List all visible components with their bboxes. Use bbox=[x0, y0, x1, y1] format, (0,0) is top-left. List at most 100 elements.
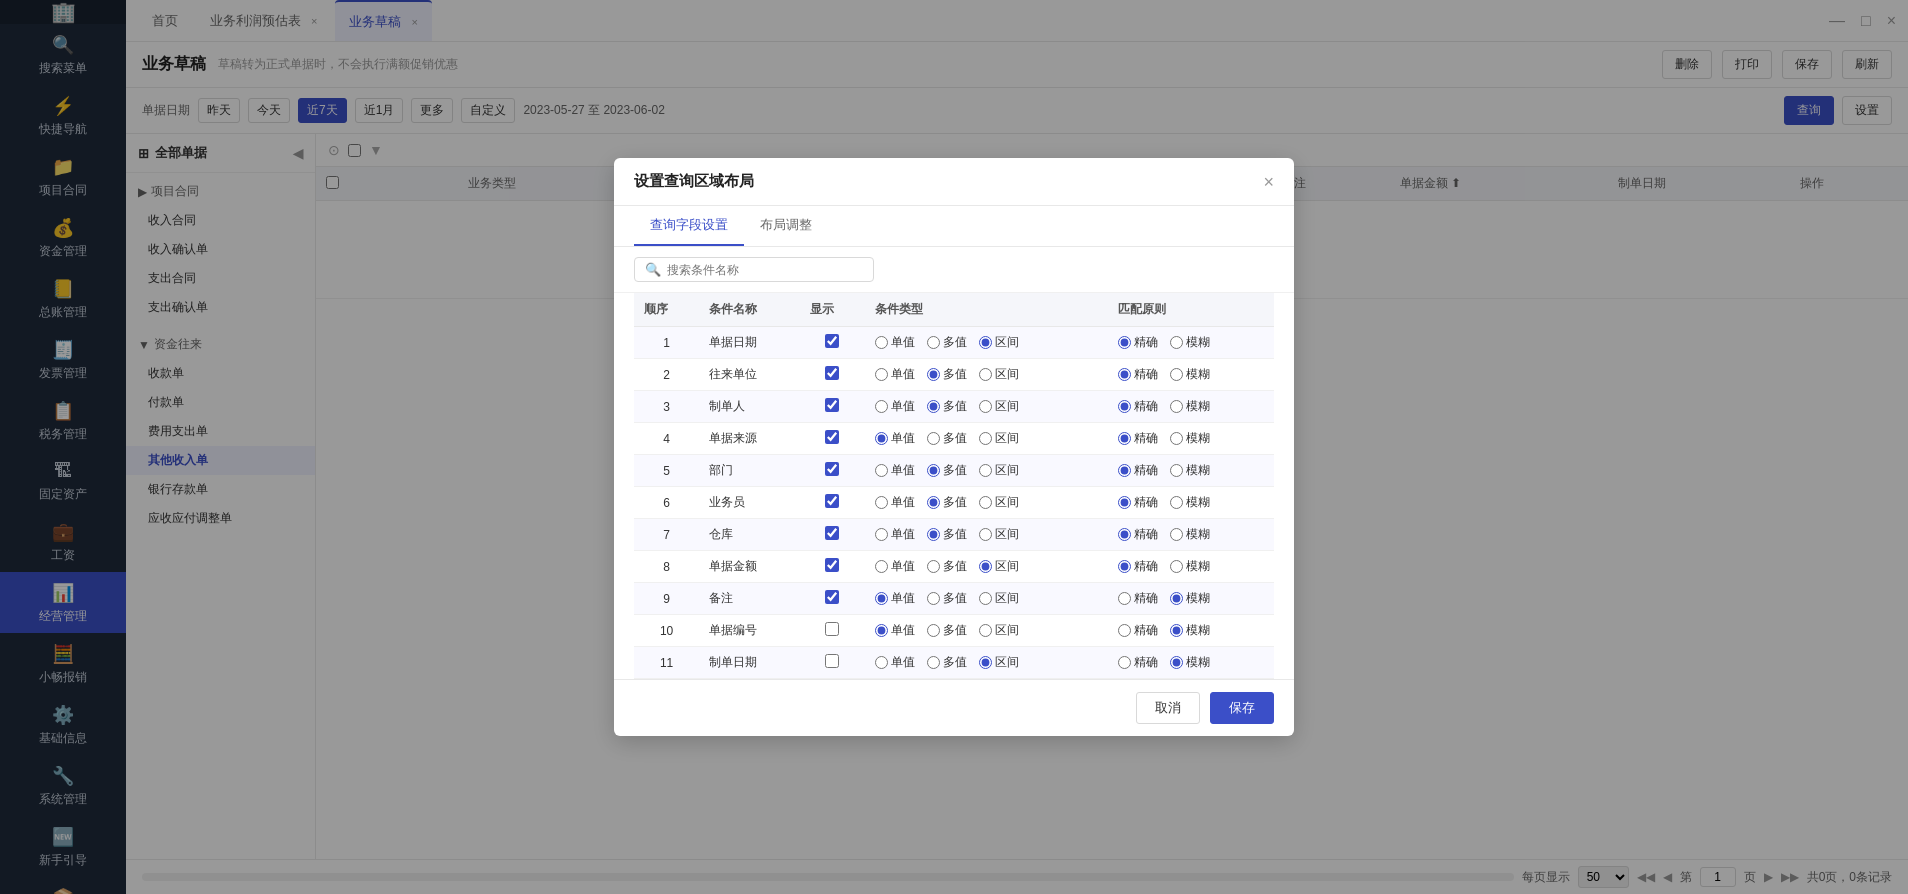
modal-tab-field-settings[interactable]: 查询字段设置 bbox=[634, 206, 744, 246]
modal-ct-多值[interactable]: 多值 bbox=[927, 494, 967, 511]
modal-row-condition-type: 单值多值区间 bbox=[865, 327, 1108, 359]
modal-row-condition-type: 单值多值区间 bbox=[865, 423, 1108, 455]
modal-ct-单值[interactable]: 单值 bbox=[875, 590, 915, 607]
modal-tab-layout[interactable]: 布局调整 bbox=[744, 206, 828, 246]
modal-ct-多值[interactable]: 多值 bbox=[927, 430, 967, 447]
modal-row-condition-type: 单值多值区间 bbox=[865, 647, 1108, 679]
modal-ct-单值[interactable]: 单值 bbox=[875, 334, 915, 351]
modal-row-condition-type: 单值多值区间 bbox=[865, 391, 1108, 423]
modal-ct-多值[interactable]: 多值 bbox=[927, 526, 967, 543]
modal-tabs: 查询字段设置 布局调整 bbox=[614, 206, 1294, 247]
modal-ct-区间[interactable]: 区间 bbox=[979, 494, 1019, 511]
modal-mr-模糊[interactable]: 模糊 bbox=[1170, 558, 1210, 575]
modal-mr-精确[interactable]: 精确 bbox=[1118, 654, 1158, 671]
modal-row-match-rule: 精确模糊 bbox=[1108, 487, 1274, 519]
modal-ct-区间[interactable]: 区间 bbox=[979, 398, 1019, 415]
modal-ct-单值[interactable]: 单值 bbox=[875, 622, 915, 639]
modal-ct-区间[interactable]: 区间 bbox=[979, 462, 1019, 479]
modal-row-condition-type: 单值多值区间 bbox=[865, 551, 1108, 583]
modal-mr-模糊[interactable]: 模糊 bbox=[1170, 366, 1210, 383]
modal-mr-模糊[interactable]: 模糊 bbox=[1170, 590, 1210, 607]
modal-row-match-rule: 精确模糊 bbox=[1108, 615, 1274, 647]
modal-row-name: 单据编号 bbox=[699, 615, 800, 647]
modal-row-show-checkbox[interactable] bbox=[825, 590, 839, 604]
modal-mr-精确[interactable]: 精确 bbox=[1118, 494, 1158, 511]
modal-ct-区间[interactable]: 区间 bbox=[979, 590, 1019, 607]
modal-mr-模糊[interactable]: 模糊 bbox=[1170, 526, 1210, 543]
modal-ct-单值[interactable]: 单值 bbox=[875, 526, 915, 543]
modal-ct-多值[interactable]: 多值 bbox=[927, 462, 967, 479]
modal-row-condition-type: 单值多值区间 bbox=[865, 615, 1108, 647]
modal-search-inner: 🔍 bbox=[634, 257, 874, 282]
modal-row-show-checkbox[interactable] bbox=[825, 558, 839, 572]
modal-mr-模糊[interactable]: 模糊 bbox=[1170, 462, 1210, 479]
modal-mr-模糊[interactable]: 模糊 bbox=[1170, 430, 1210, 447]
modal-mr-精确[interactable]: 精确 bbox=[1118, 334, 1158, 351]
modal-row-match-rule: 精确模糊 bbox=[1108, 359, 1274, 391]
modal-ct-区间[interactable]: 区间 bbox=[979, 366, 1019, 383]
modal-mr-精确[interactable]: 精确 bbox=[1118, 526, 1158, 543]
modal-ct-区间[interactable]: 区间 bbox=[979, 334, 1019, 351]
modal-ct-多值[interactable]: 多值 bbox=[927, 654, 967, 671]
modal-row-show-checkbox[interactable] bbox=[825, 430, 839, 444]
modal-row-order: 6 bbox=[634, 487, 699, 519]
modal-search: 🔍 bbox=[614, 247, 1294, 293]
modal-row-show-checkbox[interactable] bbox=[825, 622, 839, 636]
modal-ct-多值[interactable]: 多值 bbox=[927, 558, 967, 575]
modal-ct-多值[interactable]: 多值 bbox=[927, 398, 967, 415]
modal-row-show-checkbox[interactable] bbox=[825, 334, 839, 348]
modal-row-order: 5 bbox=[634, 455, 699, 487]
modal-ct-单值[interactable]: 单值 bbox=[875, 558, 915, 575]
modal-row-show-checkbox[interactable] bbox=[825, 462, 839, 476]
modal-ct-区间[interactable]: 区间 bbox=[979, 430, 1019, 447]
modal-ct-单值[interactable]: 单值 bbox=[875, 430, 915, 447]
modal-row-order: 3 bbox=[634, 391, 699, 423]
modal-mr-模糊[interactable]: 模糊 bbox=[1170, 622, 1210, 639]
modal-ct-区间[interactable]: 区间 bbox=[979, 526, 1019, 543]
modal-title: 设置查询区域布局 bbox=[634, 172, 754, 191]
modal-mr-模糊[interactable]: 模糊 bbox=[1170, 654, 1210, 671]
modal-row-show-checkbox[interactable] bbox=[825, 494, 839, 508]
modal-mr-精确[interactable]: 精确 bbox=[1118, 430, 1158, 447]
modal-row-condition-type: 单值多值区间 bbox=[865, 359, 1108, 391]
modal-row-condition-type: 单值多值区间 bbox=[865, 455, 1108, 487]
modal-ct-多值[interactable]: 多值 bbox=[927, 334, 967, 351]
modal-row-order: 10 bbox=[634, 615, 699, 647]
modal-ct-多值[interactable]: 多值 bbox=[927, 590, 967, 607]
modal-row-name: 备注 bbox=[699, 583, 800, 615]
modal-mr-模糊[interactable]: 模糊 bbox=[1170, 398, 1210, 415]
modal-mr-精确[interactable]: 精确 bbox=[1118, 366, 1158, 383]
modal-mr-精确[interactable]: 精确 bbox=[1118, 398, 1158, 415]
modal-row-show-checkbox[interactable] bbox=[825, 526, 839, 540]
modal-ct-多值[interactable]: 多值 bbox=[927, 622, 967, 639]
modal-body: 查询字段设置 布局调整 🔍 顺序 条件名称 bbox=[614, 206, 1294, 679]
modal-row-match-rule: 精确模糊 bbox=[1108, 551, 1274, 583]
modal-mr-精确[interactable]: 精确 bbox=[1118, 558, 1158, 575]
modal-mr-模糊[interactable]: 模糊 bbox=[1170, 334, 1210, 351]
modal: 设置查询区域布局 × 查询字段设置 布局调整 🔍 bbox=[614, 158, 1294, 736]
modal-row-match-rule: 精确模糊 bbox=[1108, 391, 1274, 423]
modal-col-condition-type: 条件类型 bbox=[865, 293, 1108, 327]
modal-cancel-button[interactable]: 取消 bbox=[1136, 692, 1200, 724]
modal-mr-精确[interactable]: 精确 bbox=[1118, 462, 1158, 479]
modal-ct-单值[interactable]: 单值 bbox=[875, 462, 915, 479]
modal-ct-单值[interactable]: 单值 bbox=[875, 654, 915, 671]
modal-save-button[interactable]: 保存 bbox=[1210, 692, 1274, 724]
modal-row-order: 9 bbox=[634, 583, 699, 615]
modal-mr-精确[interactable]: 精确 bbox=[1118, 590, 1158, 607]
modal-ct-区间[interactable]: 区间 bbox=[979, 558, 1019, 575]
modal-ct-单值[interactable]: 单值 bbox=[875, 366, 915, 383]
modal-ct-区间[interactable]: 区间 bbox=[979, 654, 1019, 671]
modal-search-input[interactable] bbox=[667, 263, 863, 277]
modal-ct-多值[interactable]: 多值 bbox=[927, 366, 967, 383]
modal-mr-精确[interactable]: 精确 bbox=[1118, 622, 1158, 639]
modal-ct-单值[interactable]: 单值 bbox=[875, 494, 915, 511]
modal-close-button[interactable]: × bbox=[1263, 173, 1274, 191]
modal-ct-区间[interactable]: 区间 bbox=[979, 622, 1019, 639]
modal-row-show-checkbox[interactable] bbox=[825, 366, 839, 380]
modal-row-match-rule: 精确模糊 bbox=[1108, 455, 1274, 487]
modal-row-show-checkbox[interactable] bbox=[825, 398, 839, 412]
modal-mr-模糊[interactable]: 模糊 bbox=[1170, 494, 1210, 511]
modal-row-show-checkbox[interactable] bbox=[825, 654, 839, 668]
modal-ct-单值[interactable]: 单值 bbox=[875, 398, 915, 415]
